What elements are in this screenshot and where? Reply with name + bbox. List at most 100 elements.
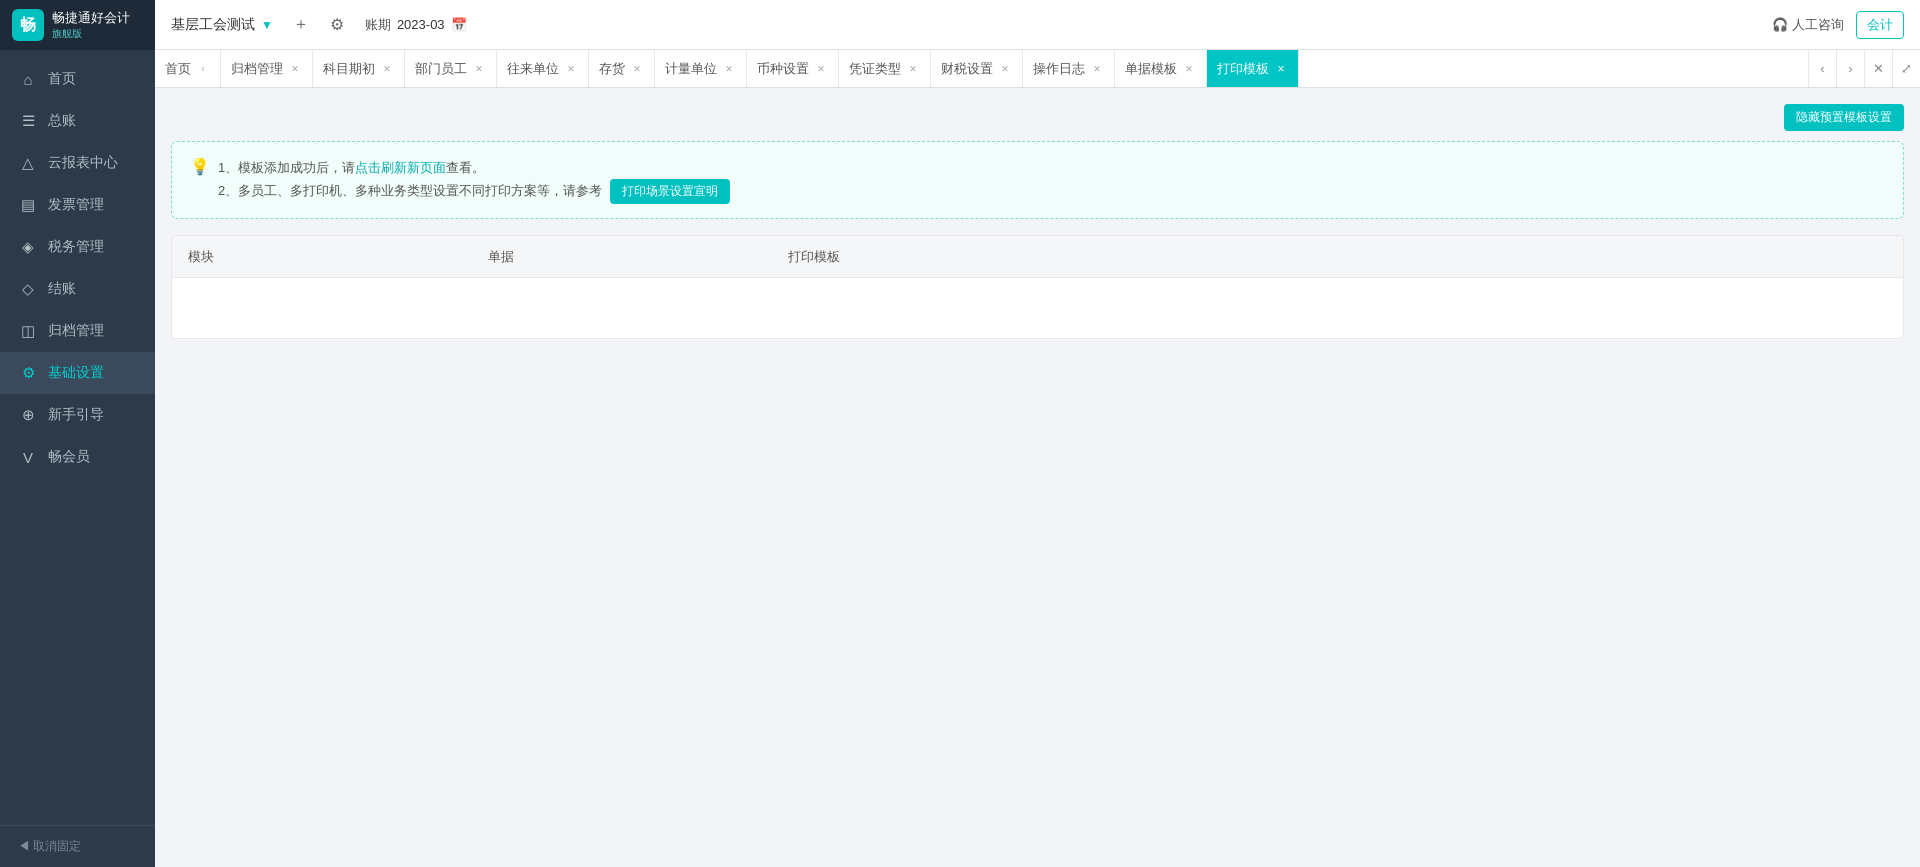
tab-subject[interactable]: 科目期初× [313, 50, 405, 87]
period-value: 2023-03 [397, 17, 445, 32]
tab-op-log[interactable]: 操作日志 × [1023, 50, 1115, 87]
nav-label-settlement: 结账 [48, 280, 76, 298]
tab-measure[interactable]: 计量单位 × [655, 50, 747, 87]
sidebar-footer[interactable]: ◀ 取消固定 [0, 825, 155, 867]
tab-close-archive[interactable]: × [288, 62, 302, 76]
tab-close-dept[interactable]: × [472, 62, 486, 76]
tab-inventory[interactable]: 存货× [589, 50, 655, 87]
tab-chevron-home: ‹ [196, 62, 210, 76]
tab-home[interactable]: 首页 ‹ [155, 50, 221, 87]
nav-label-invoice: 发票管理 [48, 196, 104, 214]
tab-label-home: 首页 [165, 60, 191, 78]
nav-label-home: 首页 [48, 70, 76, 88]
tab-close-currency[interactable]: × [814, 62, 828, 76]
tab-prev-button[interactable]: ‹ [1808, 50, 1836, 87]
help-button[interactable]: 打印场景设置宣明 [610, 179, 730, 204]
tab-tax-settings[interactable]: 财税设置 × [931, 50, 1023, 87]
info-text: 1、模板添加成功后，请点击刷新新页面查看。 2、多员工、多打印机、多种业务类型设… [218, 156, 730, 204]
tab-next-button[interactable]: › [1836, 50, 1864, 87]
nav-label-archive: 归档管理 [48, 322, 104, 340]
tab-label-dept: 部门员工 [415, 60, 467, 78]
nav-icon-settings: ⚙ [18, 363, 38, 383]
tab-close-voucher-type[interactable]: × [906, 62, 920, 76]
nav-icon-guide: ⊕ [18, 405, 38, 425]
page-content: 隐藏预置模板设置 💡 1、模板添加成功后，请点击刷新新页面查看。 2、多员工、多… [155, 88, 1920, 867]
sidebar-item-reports[interactable]: △ 云报表中心 [0, 142, 155, 184]
tab-label-voucher-type: 凭证类型 [849, 60, 901, 78]
tab-close-single-template[interactable]: × [1182, 62, 1196, 76]
nav-icon-settlement: ◇ [18, 279, 38, 299]
nav-label-reports: 云报表中心 [48, 154, 118, 172]
nav-icon-home: ⌂ [18, 69, 38, 89]
info-line2: 2、多员工、多打印机、多种业务类型设置不同打印方案等，请参考 [218, 183, 602, 198]
add-tab-button[interactable]: ＋ [287, 11, 315, 39]
tab-label-measure: 计量单位 [665, 60, 717, 78]
tab-close-measure[interactable]: × [722, 62, 736, 76]
tab-close-partner[interactable]: × [564, 62, 578, 76]
refresh-link[interactable]: 点击刷新新页面 [355, 160, 446, 175]
sidebar-item-invoice[interactable]: ▤ 发票管理 [0, 184, 155, 226]
tab-partner[interactable]: 往来单位× [497, 50, 589, 87]
sidebar-item-member[interactable]: V 畅会员 [0, 436, 155, 478]
nav-icon-ledger: ☰ [18, 111, 38, 131]
tab-archive[interactable]: 归档管理 × [221, 50, 313, 87]
header: 基层工会测试 ▼ ＋ ⚙ 账期 2023-03 📅 🎧 人工咨询 会计 [155, 0, 1920, 50]
tab-close-subject[interactable]: × [380, 62, 394, 76]
customer-service-label: 人工咨询 [1792, 16, 1844, 34]
tab-label-tax-settings: 财税设置 [941, 60, 993, 78]
nav-icon-invoice: ▤ [18, 195, 38, 215]
sidebar-item-guide[interactable]: ⊕ 新手引导 [0, 394, 155, 436]
sidebar-nav: ⌂ 首页 ☰ 总账 △ 云报表中心 ▤ 发票管理 ◈ 税务管理 ◇ 结账 ◫ 归… [0, 50, 155, 825]
tab-label-print-template: 打印模板 [1217, 60, 1269, 78]
nav-label-settings: 基础设置 [48, 364, 104, 382]
header-actions: ＋ ⚙ [287, 11, 351, 39]
tab-voucher-type[interactable]: 凭证类型 × [839, 50, 931, 87]
logo-text: 畅捷通好会计 旗舰版 [52, 10, 130, 40]
tab-dept[interactable]: 部门员工 × [405, 50, 497, 87]
tab-print-template[interactable]: 打印模板 × [1207, 50, 1299, 87]
nav-icon-archive: ◫ [18, 321, 38, 341]
company-name: 基层工会测试 [171, 16, 255, 34]
settings-button[interactable]: ⚙ [323, 11, 351, 39]
company-selector[interactable]: 基层工会测试 ▼ [171, 16, 273, 34]
data-table: 模块 单据 打印模板 [171, 235, 1904, 339]
tab-bar: 首页‹归档管理×科目期初×部门员工×往来单位×存货×计量单位×币种设置×凭证类型… [155, 50, 1920, 88]
tab-close-print-template[interactable]: × [1274, 62, 1288, 76]
sidebar-item-archive[interactable]: ◫ 归档管理 [0, 310, 155, 352]
period-label: 账期 [365, 16, 391, 34]
header-period: 账期 2023-03 📅 [365, 16, 467, 34]
tab-close-op-log[interactable]: × [1090, 62, 1104, 76]
nav-label-member: 畅会员 [48, 448, 90, 466]
info-row: 💡 1、模板添加成功后，请点击刷新新页面查看。 2、多员工、多打印机、多种业务类… [190, 156, 1885, 204]
hide-template-button[interactable]: 隐藏预置模板设置 [1784, 104, 1904, 131]
main-content: 基层工会测试 ▼ ＋ ⚙ 账期 2023-03 📅 🎧 人工咨询 会计 首页 ‹ 归… [155, 0, 1920, 867]
sidebar-item-settlement[interactable]: ◇ 结账 [0, 268, 155, 310]
sidebar-item-tax[interactable]: ◈ 税务管理 [0, 226, 155, 268]
tab-close-tax-settings[interactable]: × [998, 62, 1012, 76]
info-line1-before: 1、模板添加成功后，请 [218, 160, 355, 175]
hide-template-area: 隐藏预置模板设置 [171, 104, 1904, 131]
nav-label-guide: 新手引导 [48, 406, 104, 424]
info-box: 💡 1、模板添加成功后，请点击刷新新页面查看。 2、多员工、多打印机、多种业务类… [171, 141, 1904, 219]
nav-label-ledger: 总账 [48, 112, 76, 130]
headset-icon: 🎧 [1772, 17, 1788, 32]
col-header-module: 模块 [188, 248, 488, 266]
tab-single-template[interactable]: 单据模板× [1115, 50, 1207, 87]
tab-label-op-log: 操作日志 [1033, 60, 1085, 78]
calendar-icon[interactable]: 📅 [451, 17, 467, 32]
tab-close-all-button[interactable]: ✕ [1864, 50, 1892, 87]
table-body [172, 278, 1903, 338]
tab-expand-button[interactable]: ⤢ [1892, 50, 1920, 87]
tab-bar-controls: ‹ › ✕ ⤢ [1808, 50, 1920, 87]
account-button[interactable]: 会计 [1856, 11, 1904, 39]
sidebar-item-home[interactable]: ⌂ 首页 [0, 58, 155, 100]
info-line2-container: 2、多员工、多打印机、多种业务类型设置不同打印方案等，请参考 打印场景设置宣明 [218, 179, 730, 204]
sidebar: 畅 畅捷通好会计 旗舰版 ⌂ 首页 ☰ 总账 △ 云报表中心 ▤ 发票管理 ◈ … [0, 0, 155, 867]
tab-close-inventory[interactable]: × [630, 62, 644, 76]
sidebar-item-ledger[interactable]: ☰ 总账 [0, 100, 155, 142]
nav-icon-member: V [18, 447, 38, 467]
tab-currency[interactable]: 币种设置× [747, 50, 839, 87]
sidebar-item-settings[interactable]: ⚙ 基础设置 [0, 352, 155, 394]
tab-label-archive: 归档管理 [231, 60, 283, 78]
customer-service-btn[interactable]: 🎧 人工咨询 [1772, 16, 1844, 34]
